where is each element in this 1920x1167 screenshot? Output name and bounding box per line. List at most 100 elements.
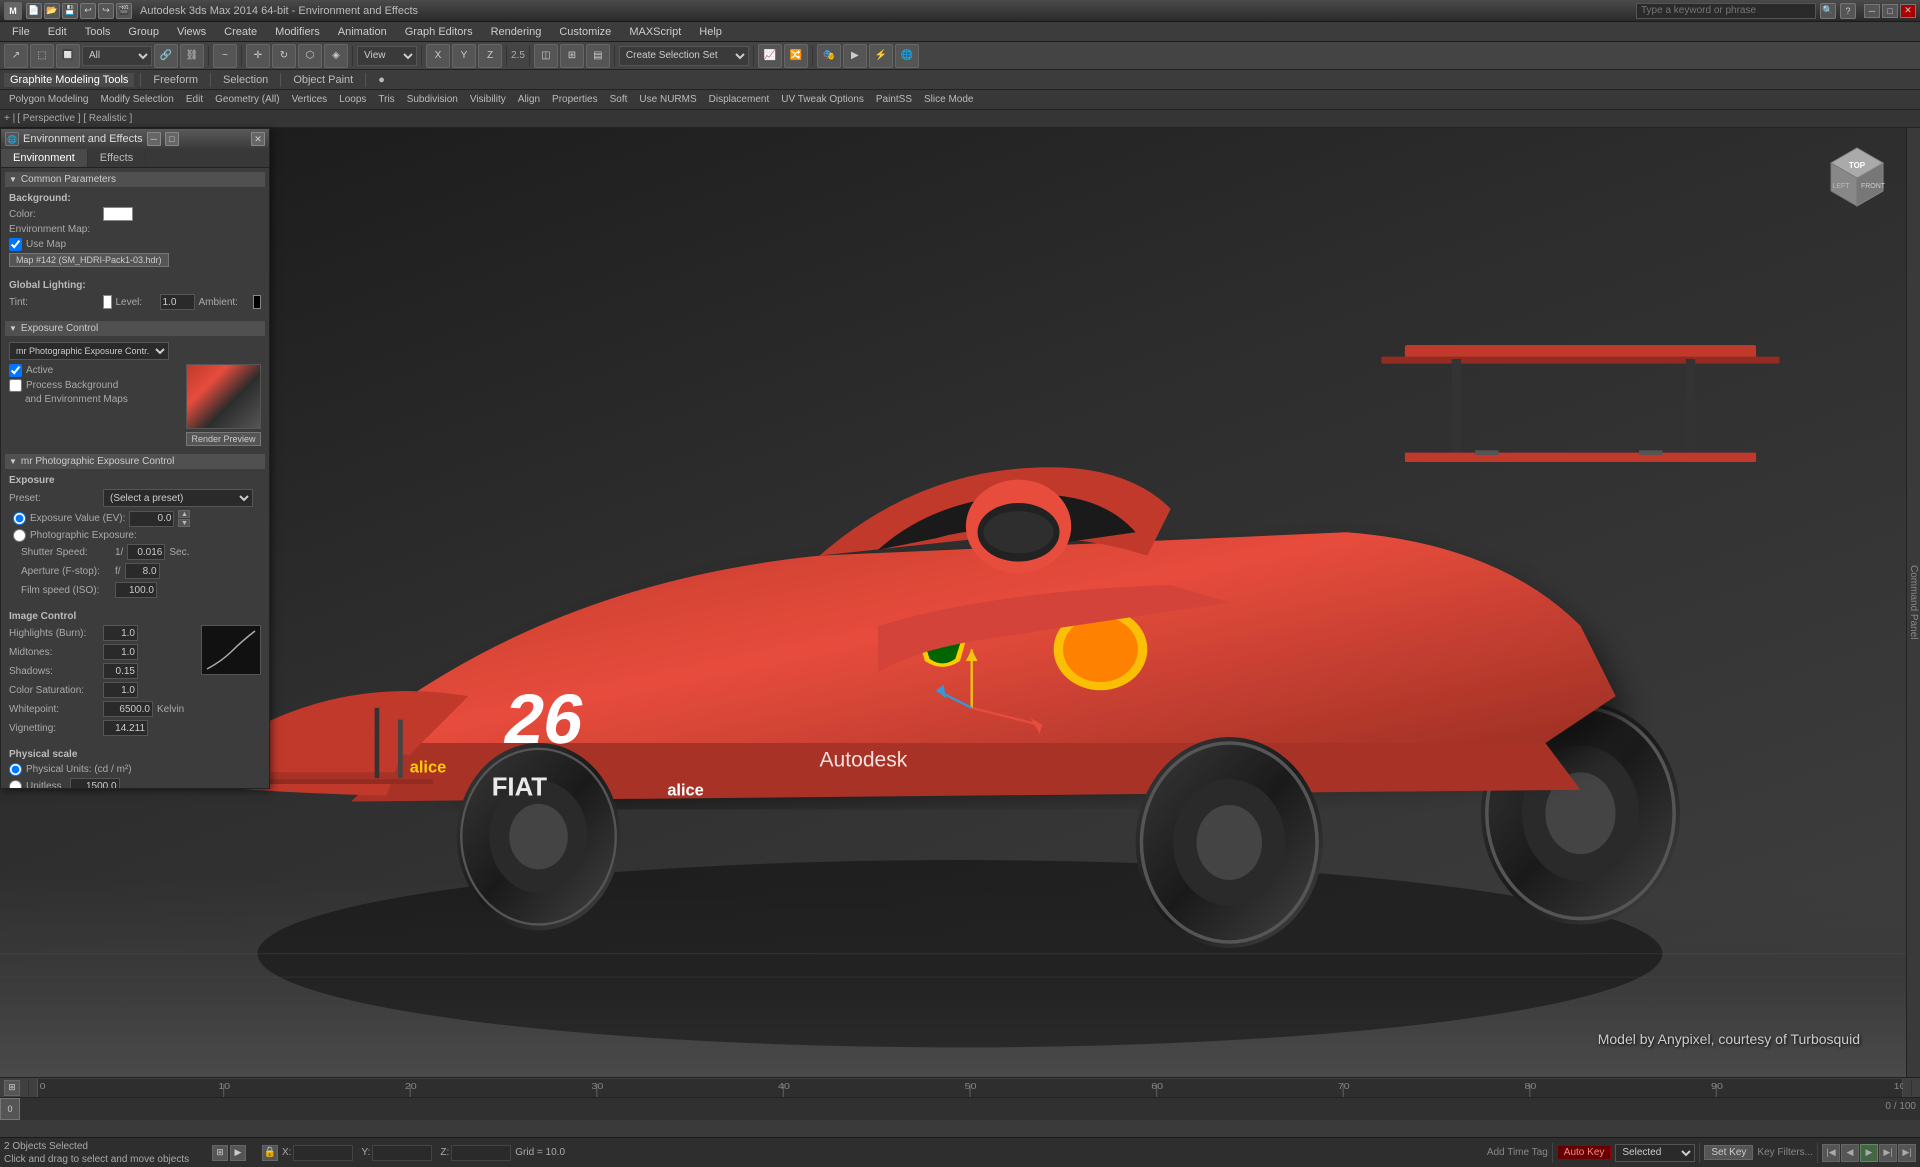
panel-maximize[interactable]: □ bbox=[165, 132, 179, 146]
layer-tool[interactable]: ▤ bbox=[586, 44, 610, 68]
minimize-button[interactable]: ─ bbox=[1864, 4, 1880, 18]
env-effects[interactable]: 🌐 bbox=[895, 44, 919, 68]
render-frame[interactable]: ▶ bbox=[843, 44, 867, 68]
curve-editor[interactable]: 📈 bbox=[758, 44, 782, 68]
lock-icon[interactable]: 🔒 bbox=[262, 1145, 278, 1161]
use-map-checkbox[interactable] bbox=[9, 238, 22, 251]
menu-views[interactable]: Views bbox=[169, 25, 214, 39]
panel-minimize[interactable]: ─ bbox=[147, 132, 161, 146]
bg-color-swatch[interactable] bbox=[103, 207, 133, 221]
iso-input[interactable] bbox=[115, 582, 157, 598]
select-link[interactable]: 🔗 bbox=[154, 44, 178, 68]
selection-tab[interactable]: Selection bbox=[217, 73, 274, 87]
menu-rendering[interactable]: Rendering bbox=[483, 25, 550, 39]
next-frame-btn[interactable]: ▶| bbox=[1879, 1144, 1897, 1162]
schematic-view[interactable]: 🔀 bbox=[784, 44, 808, 68]
preset-dropdown[interactable]: (Select a preset) bbox=[103, 489, 253, 507]
viewport[interactable]: 26 FIAT alice alice Autodesk bbox=[0, 128, 1920, 1077]
command-panel-tab[interactable]: Command Panel bbox=[1906, 128, 1920, 1077]
selected-dropdown[interactable]: Selected bbox=[1615, 1144, 1695, 1162]
close-button[interactable]: ✕ bbox=[1900, 4, 1916, 18]
timeline-ruler[interactable]: 0 10 20 30 40 50 60 70 80 bbox=[37, 1079, 1903, 1097]
render-preview-btn[interactable]: Render Preview bbox=[186, 432, 260, 446]
search-icon[interactable]: 🔍 bbox=[1820, 3, 1836, 19]
filter-dropdown[interactable]: All bbox=[82, 46, 152, 66]
save-icon[interactable]: 💾 bbox=[62, 3, 78, 19]
mirror-tool[interactable]: ◫ bbox=[534, 44, 558, 68]
slice-mode[interactable]: Slice Mode bbox=[919, 93, 978, 106]
prev-frame-btn[interactable]: ◀ bbox=[1841, 1144, 1859, 1162]
freeform-tab[interactable]: Freeform bbox=[147, 73, 204, 87]
ev-down[interactable]: ▼ bbox=[178, 519, 190, 527]
move-constraints[interactable]: X bbox=[426, 44, 450, 68]
displacement[interactable]: Displacement bbox=[704, 93, 775, 106]
render-setup[interactable]: 🎭 bbox=[817, 44, 841, 68]
viewport-mode-btn[interactable]: ⊞ bbox=[4, 1080, 20, 1096]
timeline-scrubber[interactable]: 0 0 / 100 bbox=[0, 1098, 1920, 1120]
unitless-radio[interactable] bbox=[9, 780, 22, 789]
z-input[interactable] bbox=[451, 1145, 511, 1161]
menu-tools[interactable]: Tools bbox=[77, 25, 119, 39]
uv-tweak-options[interactable]: UV Tweak Options bbox=[776, 93, 869, 106]
render-icon[interactable]: 🎬 bbox=[116, 3, 132, 19]
soft[interactable]: Soft bbox=[605, 93, 633, 106]
create-selection-dropdown[interactable]: Create Selection Set bbox=[619, 46, 749, 66]
info-icon[interactable]: ? bbox=[1840, 3, 1856, 19]
modify-selection[interactable]: Modify Selection bbox=[96, 93, 179, 106]
vignetting-input[interactable] bbox=[103, 720, 148, 736]
exposure-control-header[interactable]: Exposure Control bbox=[5, 321, 265, 336]
vertices[interactable]: Vertices bbox=[287, 93, 333, 106]
unlink[interactable]: ⛓ bbox=[180, 44, 204, 68]
common-params-header[interactable]: Common Parameters bbox=[5, 172, 265, 187]
vp-play[interactable]: ▶ bbox=[230, 1145, 246, 1161]
auto-key-btn[interactable]: Auto Key bbox=[1557, 1145, 1612, 1160]
menu-edit[interactable]: Edit bbox=[40, 25, 75, 39]
shadows-input[interactable] bbox=[103, 663, 138, 679]
active-checkbox[interactable] bbox=[9, 364, 22, 377]
shutter-input[interactable] bbox=[127, 544, 165, 560]
move-constraints-z[interactable]: Z bbox=[478, 44, 502, 68]
phys-units-radio[interactable] bbox=[9, 763, 22, 776]
quick-render[interactable]: ⚡ bbox=[869, 44, 893, 68]
align[interactable]: Align bbox=[513, 93, 545, 106]
scrubber-handle[interactable]: 0 bbox=[0, 1098, 20, 1120]
goto-start-btn[interactable]: |◀ bbox=[1822, 1144, 1840, 1162]
menu-modifiers[interactable]: Modifiers bbox=[267, 25, 328, 39]
tab-environment[interactable]: Environment bbox=[1, 149, 88, 167]
place-highlight[interactable]: ◈ bbox=[324, 44, 348, 68]
exposure-type-dropdown[interactable]: mr Photographic Exposure Contr... bbox=[9, 342, 169, 360]
graphite-modeling-tools[interactable]: Graphite Modeling Tools bbox=[4, 73, 134, 87]
highlights-input[interactable] bbox=[103, 625, 138, 641]
ev-radio[interactable] bbox=[13, 512, 26, 525]
select-tool[interactable]: ↗ bbox=[4, 44, 28, 68]
menu-graph-editors[interactable]: Graph Editors bbox=[397, 25, 481, 39]
align-tool[interactable]: ⊞ bbox=[560, 44, 584, 68]
whitepoint-input[interactable] bbox=[103, 701, 153, 717]
map-name-btn[interactable]: Map #142 (SM_HDRI-Pack1-03.hdr) bbox=[9, 253, 169, 267]
photo-radio[interactable] bbox=[13, 529, 26, 542]
aperture-input[interactable] bbox=[125, 563, 160, 579]
menu-file[interactable]: File bbox=[4, 25, 38, 39]
color-sat-input[interactable] bbox=[103, 682, 138, 698]
restore-button[interactable]: □ bbox=[1882, 4, 1898, 18]
properties[interactable]: Properties bbox=[547, 93, 603, 106]
view-dropdown[interactable]: View bbox=[357, 46, 417, 66]
object-paint-tab[interactable]: Object Paint bbox=[287, 73, 359, 87]
move-constraints-y[interactable]: Y bbox=[452, 44, 476, 68]
menu-help[interactable]: Help bbox=[691, 25, 730, 39]
select-obj[interactable]: 🔲 bbox=[56, 44, 80, 68]
tris[interactable]: Tris bbox=[373, 93, 399, 106]
menu-maxscript[interactable]: MAXScript bbox=[621, 25, 689, 39]
panel-close[interactable]: ✕ bbox=[251, 132, 265, 146]
use-nurms[interactable]: Use NURMS bbox=[634, 93, 701, 106]
nav-cube[interactable]: TOP FRONT LEFT bbox=[1825, 143, 1890, 211]
goto-end-btn[interactable]: ▶| bbox=[1898, 1144, 1916, 1162]
edit[interactable]: Edit bbox=[181, 93, 208, 106]
midtones-input[interactable] bbox=[103, 644, 138, 660]
ev-up[interactable]: ▲ bbox=[178, 510, 190, 518]
undo-icon[interactable]: ↩ bbox=[80, 3, 96, 19]
redo-icon[interactable]: ↪ bbox=[98, 3, 114, 19]
menu-animation[interactable]: Animation bbox=[330, 25, 395, 39]
loops[interactable]: Loops bbox=[334, 93, 371, 106]
polygon-modeling[interactable]: Polygon Modeling bbox=[4, 93, 94, 106]
